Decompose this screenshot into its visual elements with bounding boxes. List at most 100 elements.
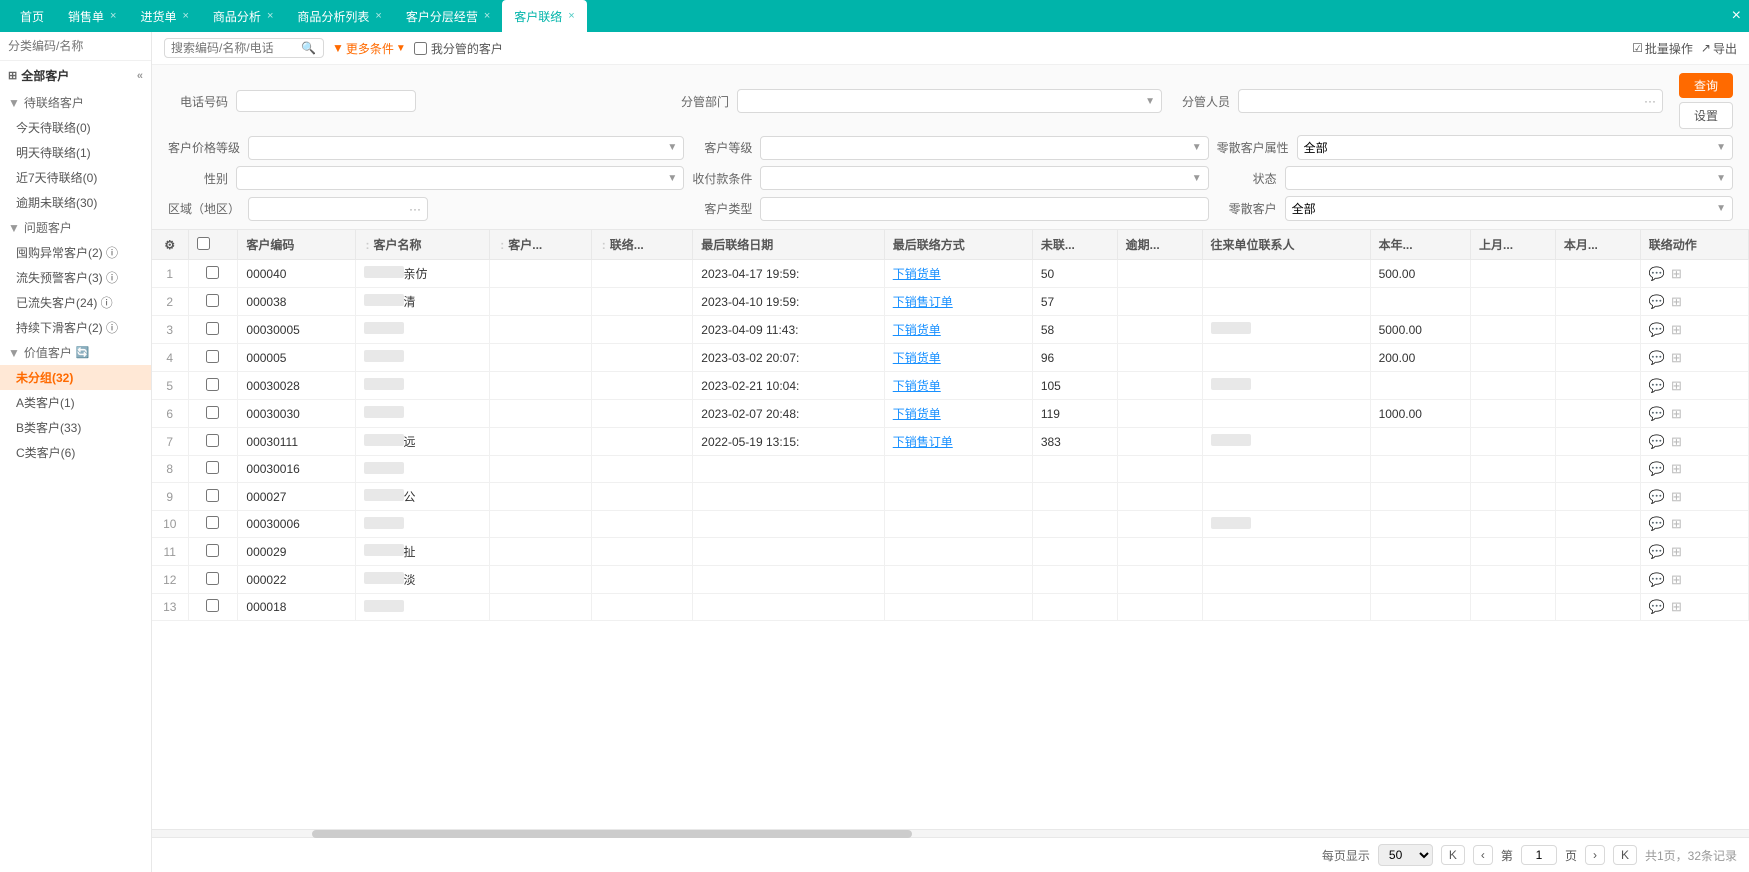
sidebar-item-b-class[interactable]: B类客户(33): [0, 415, 151, 440]
nav-home[interactable]: 首页: [8, 0, 56, 32]
contact-more-icon[interactable]: ⊞: [1671, 516, 1682, 532]
price-level-select[interactable]: ▼: [248, 136, 684, 160]
sidebar-item-today[interactable]: 今天待联络(0): [0, 115, 151, 140]
nav-customer-segment[interactable]: 客户分层经营 ×: [394, 0, 502, 32]
contact-chat-icon[interactable]: 💬: [1649, 489, 1665, 505]
contact-chat-icon[interactable]: 💬: [1649, 544, 1665, 560]
contact-chat-icon[interactable]: 💬: [1649, 378, 1665, 394]
last-contact-way-link[interactable]: 下销货单: [893, 351, 941, 365]
contact-more-icon[interactable]: ⊞: [1671, 572, 1682, 588]
nav-customer-contact-close[interactable]: ×: [568, 10, 574, 22]
nav-purchase[interactable]: 进货单 ×: [128, 0, 200, 32]
more-filter-button[interactable]: ▼ 更多条件 ▼: [332, 40, 406, 57]
zero-attr-select[interactable]: 全部 ▼: [1297, 135, 1733, 160]
contact-chat-icon[interactable]: 💬: [1649, 434, 1665, 450]
sidebar-item-tomorrow[interactable]: 明天待联络(1): [0, 140, 151, 165]
contact-more-icon[interactable]: ⊞: [1671, 294, 1682, 310]
scrollbar-thumb[interactable]: [312, 830, 912, 838]
last-contact-way-link[interactable]: 下销货单: [893, 323, 941, 337]
row-checkbox[interactable]: [206, 434, 219, 447]
row-checkbox[interactable]: [206, 266, 219, 279]
next-page-button[interactable]: ›: [1585, 845, 1605, 865]
horizontal-scrollbar[interactable]: [152, 829, 1749, 837]
contact-chat-icon[interactable]: 💬: [1649, 461, 1665, 477]
last-contact-way-link[interactable]: 下销售订单: [893, 435, 953, 449]
status-select[interactable]: ▼: [1285, 166, 1733, 190]
last-contact-way-link[interactable]: 下销货单: [893, 379, 941, 393]
contact-more-icon[interactable]: ⊞: [1671, 434, 1682, 450]
nav-product-list[interactable]: 商品分析列表 ×: [285, 0, 393, 32]
last-contact-way-link[interactable]: 下销货单: [893, 267, 941, 281]
contact-chat-icon[interactable]: 💬: [1649, 322, 1665, 338]
row-checkbox[interactable]: [206, 322, 219, 335]
row-checkbox[interactable]: [206, 406, 219, 419]
reset-button[interactable]: 设置: [1679, 102, 1733, 129]
search-icon[interactable]: 🔍: [301, 41, 316, 55]
nav-product-analysis[interactable]: 商品分析 ×: [201, 0, 285, 32]
nav-customer-contact[interactable]: 客户联络 ×: [502, 0, 586, 32]
row-checkbox[interactable]: [206, 572, 219, 585]
contact-chat-icon[interactable]: 💬: [1649, 350, 1665, 366]
my-customers-checkbox-wrapper[interactable]: 我分管的客户: [414, 40, 503, 57]
nav-customer-segment-close[interactable]: ×: [484, 10, 490, 22]
dept-select[interactable]: ▼: [737, 89, 1162, 113]
per-page-select[interactable]: 50 20 100: [1378, 844, 1433, 866]
nav-product-analysis-close[interactable]: ×: [267, 10, 273, 22]
batch-ops-button[interactable]: ☑ 批量操作: [1632, 40, 1693, 57]
contact-more-icon[interactable]: ⊞: [1671, 350, 1682, 366]
phone-input[interactable]: [236, 90, 416, 112]
sidebar-item-overdue[interactable]: 逾期未联络(30): [0, 190, 151, 215]
col-gear[interactable]: ⚙: [152, 230, 188, 260]
search-input[interactable]: [171, 41, 301, 55]
sidebar-item-7days[interactable]: 近7天待联络(0): [0, 165, 151, 190]
row-checkbox[interactable]: [206, 489, 219, 502]
all-customers-header[interactable]: ⊞ 全部客户 «: [0, 61, 151, 90]
sidebar-search-input[interactable]: [8, 39, 152, 53]
contact-chat-icon[interactable]: 💬: [1649, 599, 1665, 615]
select-all-checkbox[interactable]: [197, 237, 210, 250]
contact-chat-icon[interactable]: 💬: [1649, 294, 1665, 310]
row-checkbox[interactable]: [206, 544, 219, 557]
region-select[interactable]: ···: [248, 197, 428, 221]
row-checkbox[interactable]: [206, 350, 219, 363]
collapse-icon[interactable]: «: [137, 70, 143, 82]
first-page-button[interactable]: K: [1441, 845, 1465, 865]
export-button[interactable]: ↗ 导出: [1701, 40, 1737, 57]
row-checkbox[interactable]: [206, 599, 219, 612]
contact-more-icon[interactable]: ⊞: [1671, 599, 1682, 615]
last-page-button[interactable]: K: [1613, 845, 1637, 865]
contact-more-icon[interactable]: ⊞: [1671, 378, 1682, 394]
manager-select[interactable]: ···: [1238, 89, 1663, 113]
contact-chat-icon[interactable]: 💬: [1649, 266, 1665, 282]
prev-page-button[interactable]: ‹: [1473, 845, 1493, 865]
contact-chat-icon[interactable]: 💬: [1649, 406, 1665, 422]
sidebar-item-ungroup[interactable]: 未分组(32): [0, 365, 151, 390]
row-checkbox[interactable]: [206, 461, 219, 474]
contact-more-icon[interactable]: ⊞: [1671, 266, 1682, 282]
global-close-button[interactable]: ×: [1732, 7, 1741, 25]
contact-chat-icon[interactable]: 💬: [1649, 516, 1665, 532]
sidebar-item-a-class[interactable]: A类客户(1): [0, 390, 151, 415]
contact-more-icon[interactable]: ⊞: [1671, 461, 1682, 477]
sidebar-item-c-class[interactable]: C类客户(6): [0, 440, 151, 465]
contact-more-icon[interactable]: ⊞: [1671, 406, 1682, 422]
gender-select[interactable]: ▼: [236, 166, 684, 190]
nav-purchase-close[interactable]: ×: [182, 10, 188, 22]
sidebar-item-hoarding[interactable]: 囤购异常客户(2) ⓘ: [0, 240, 151, 265]
last-contact-way-link[interactable]: 下销货单: [893, 407, 941, 421]
last-contact-way-link[interactable]: 下销售订单: [893, 295, 953, 309]
sidebar-group-pending[interactable]: ▼ 待联络客户: [0, 90, 151, 115]
customer-level-select[interactable]: ▼: [760, 136, 1208, 160]
page-input[interactable]: [1521, 845, 1557, 865]
query-button[interactable]: 查询: [1679, 73, 1733, 98]
sidebar-item-churn-warn[interactable]: 流失预警客户(3) ⓘ: [0, 265, 151, 290]
customer-type-select[interactable]: [760, 197, 1208, 221]
row-checkbox[interactable]: [206, 294, 219, 307]
contact-more-icon[interactable]: ⊞: [1671, 489, 1682, 505]
nav-product-list-close[interactable]: ×: [375, 10, 381, 22]
payment-select[interactable]: ▼: [760, 166, 1208, 190]
row-checkbox[interactable]: [206, 516, 219, 529]
nav-sales[interactable]: 销售单 ×: [56, 0, 128, 32]
contact-more-icon[interactable]: ⊞: [1671, 322, 1682, 338]
sidebar-item-declining[interactable]: 持续下滑客户(2) ⓘ: [0, 315, 151, 340]
